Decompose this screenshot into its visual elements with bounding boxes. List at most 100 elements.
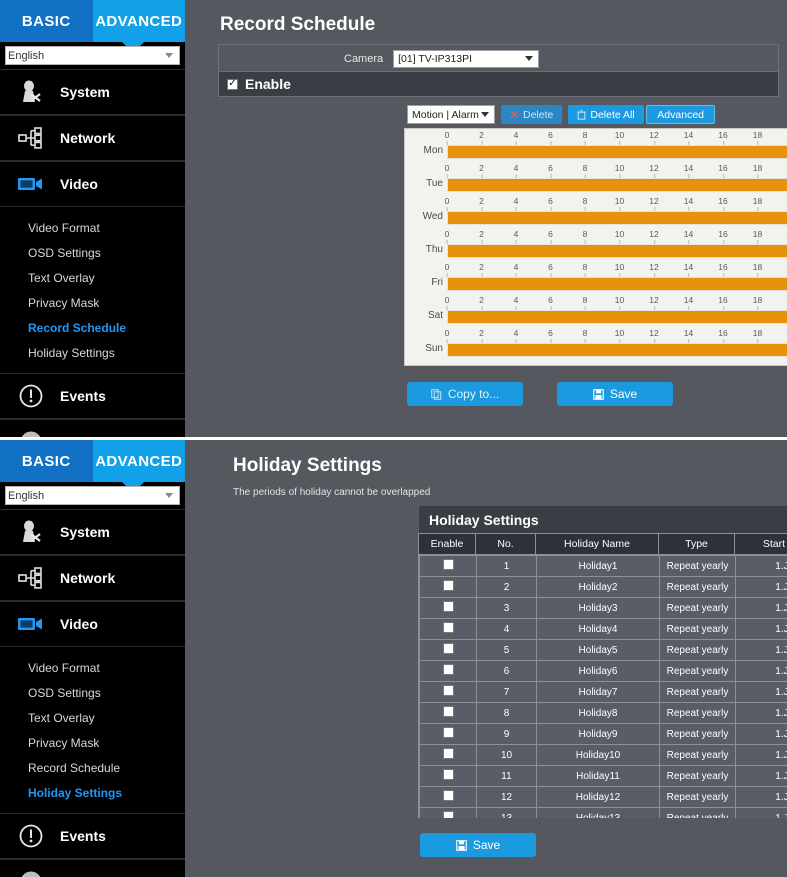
- row-enable-cell: [419, 786, 477, 808]
- sidebar-item-video[interactable]: Video: [0, 601, 198, 648]
- tab-basic[interactable]: BASIC: [0, 440, 93, 482]
- schedule-bar-segment[interactable]: [448, 311, 787, 323]
- row-enable-checkbox[interactable]: [442, 706, 454, 717]
- language-select[interactable]: English: [5, 46, 180, 65]
- table-row[interactable]: 2Holiday2Repeat yearly1.Jan1.Jan: [419, 576, 787, 598]
- schedule-bar-track[interactable]: [447, 178, 787, 192]
- subnav-item-text-overlay[interactable]: Text Overlay: [0, 265, 185, 290]
- schedule-bar-track[interactable]: [447, 145, 787, 159]
- schedule-day-row[interactable]: Fri024681012141618202224: [405, 261, 787, 294]
- table-row[interactable]: 12Holiday12Repeat yearly1.Jan1.Jan: [419, 786, 787, 808]
- holiday-table-body-scroll[interactable]: 1Holiday1Repeat yearly1.Jan1.Jan2Holiday…: [418, 555, 787, 818]
- schedule-bar-segment[interactable]: [448, 212, 787, 224]
- axis-tick-label: 4: [513, 229, 519, 244]
- schedule-day-row[interactable]: Sun024681012141618202224: [405, 327, 787, 360]
- schedule-bar-track[interactable]: [447, 244, 787, 258]
- schedule-day-row[interactable]: Sat024681012141618202224: [405, 294, 787, 327]
- sidebar-top: BASIC ADVANCED English System Network Vi…: [0, 0, 198, 437]
- table-row[interactable]: 4Holiday4Repeat yearly1.Jan1.Jan: [419, 618, 787, 640]
- sidebar-item-system[interactable]: System: [0, 509, 185, 555]
- schedule-grid[interactable]: Mon024681012141618202224Tue0246810121416…: [404, 128, 787, 366]
- tab-advanced[interactable]: ADVANCED: [92, 0, 185, 42]
- sidebar-item-network-label: Network: [60, 570, 116, 586]
- save-button[interactable]: Save: [420, 833, 536, 857]
- schedule-day-row[interactable]: Wed024681012141618202224: [405, 195, 787, 228]
- row-enable-checkbox[interactable]: [442, 811, 454, 818]
- schedule-bar-segment[interactable]: [448, 344, 787, 356]
- record-type-select[interactable]: Motion | Alarm: [407, 105, 495, 124]
- network-icon: [14, 123, 48, 153]
- row-enable-checkbox[interactable]: [442, 748, 454, 759]
- row-enable-checkbox[interactable]: [442, 559, 454, 570]
- sidebar-item-system[interactable]: System: [0, 69, 185, 115]
- schedule-bar-segment[interactable]: [448, 179, 787, 191]
- schedule-bar-track[interactable]: [447, 277, 787, 291]
- sidebar-item-video[interactable]: Video: [0, 161, 198, 208]
- table-row[interactable]: 9Holiday9Repeat yearly1.Jan1.Jan: [419, 723, 787, 745]
- row-enable-checkbox[interactable]: [442, 580, 454, 591]
- sidebar-item-network[interactable]: Network: [0, 555, 185, 601]
- table-row[interactable]: 13Holiday13Repeat yearly1.Jan1.Jan: [419, 807, 787, 818]
- holiday-table-container: Holiday Settings Enable No. Holiday Name Ty…: [418, 505, 787, 818]
- sidebar-item-network[interactable]: Network: [0, 115, 185, 161]
- row-enable-checkbox[interactable]: [442, 769, 454, 780]
- schedule-day-row[interactable]: Tue024681012141618202224: [405, 162, 787, 195]
- tab-advanced[interactable]: ADVANCED: [92, 440, 185, 482]
- save-button[interactable]: Save: [557, 382, 673, 406]
- row-enable-checkbox[interactable]: [442, 664, 454, 675]
- sidebar-item-events[interactable]: Events: [0, 373, 185, 419]
- row-enable-checkbox[interactable]: [442, 727, 454, 738]
- schedule-day-row[interactable]: Mon024681012141618202224: [405, 129, 787, 162]
- subnav-item-text-overlay-label: Text Overlay: [28, 710, 95, 725]
- row-enable-checkbox[interactable]: [442, 685, 454, 696]
- copy-to-button[interactable]: Copy to...: [407, 382, 523, 406]
- table-row[interactable]: 11Holiday11Repeat yearly1.Jan1.Jan: [419, 765, 787, 787]
- sidebar-item-events[interactable]: Events: [0, 813, 185, 859]
- subnav-item-video-format[interactable]: Video Format: [0, 215, 185, 240]
- delete-all-button[interactable]: Delete All: [568, 105, 644, 124]
- subnav-item-video-format[interactable]: Video Format: [0, 655, 185, 680]
- row-enable-checkbox[interactable]: [442, 622, 454, 633]
- axis-tick-label: 16: [718, 196, 728, 211]
- schedule-bar-segment[interactable]: [448, 278, 787, 290]
- axis-tick-label: 18: [752, 163, 763, 178]
- schedule-day-row[interactable]: Thu024681012141618202224: [405, 228, 787, 261]
- subnav-item-osd-settings[interactable]: OSD Settings: [0, 680, 185, 705]
- video-camera-icon: [14, 169, 48, 199]
- table-row[interactable]: 10Holiday10Repeat yearly1.Jan1.Jan: [419, 744, 787, 766]
- enable-checkbox[interactable]: ✓: [227, 78, 238, 90]
- row-name-cell: Holiday11: [536, 765, 660, 787]
- table-row[interactable]: 5Holiday5Repeat yearly1.Jan1.Jan: [419, 639, 787, 661]
- subnav-item-osd-settings[interactable]: OSD Settings: [0, 240, 185, 265]
- subnav-item-holiday-settings[interactable]: Holiday Settings: [0, 340, 185, 365]
- language-select[interactable]: English: [5, 486, 180, 505]
- table-row[interactable]: 6Holiday6Repeat yearly1.Jan1.Jan: [419, 660, 787, 682]
- subnav-item-privacy-mask[interactable]: Privacy Mask: [0, 730, 185, 755]
- table-row[interactable]: 8Holiday8Repeat yearly1.Jan1.Jan: [419, 702, 787, 724]
- schedule-bar-segment[interactable]: [448, 245, 787, 257]
- row-enable-checkbox[interactable]: [442, 643, 454, 654]
- sidebar-item-storage[interactable]: Storage: [0, 859, 185, 877]
- row-name-cell: Holiday4: [536, 618, 660, 640]
- table-row[interactable]: 1Holiday1Repeat yearly1.Jan1.Jan: [419, 555, 787, 577]
- axis-tick-label: 14: [683, 130, 694, 145]
- tab-basic[interactable]: BASIC: [0, 0, 93, 42]
- row-enable-checkbox[interactable]: [442, 790, 454, 801]
- subnav-item-holiday-settings[interactable]: Holiday Settings: [0, 780, 185, 805]
- schedule-bar-track[interactable]: [447, 310, 787, 324]
- camera-select[interactable]: [01] TV-IP313PI: [393, 49, 540, 68]
- subnav-item-privacy-mask[interactable]: Privacy Mask: [0, 290, 185, 315]
- advanced-button[interactable]: Advanced: [646, 105, 715, 124]
- schedule-bar-track[interactable]: [447, 343, 787, 357]
- schedule-bar-track[interactable]: [447, 211, 787, 225]
- subnav-item-record-schedule[interactable]: Record Schedule: [0, 755, 185, 780]
- axis-tick-label: 18: [752, 328, 763, 343]
- subnav-item-text-overlay[interactable]: Text Overlay: [0, 705, 185, 730]
- table-row[interactable]: 3Holiday3Repeat yearly1.Jan1.Jan: [419, 597, 787, 619]
- table-row[interactable]: 7Holiday7Repeat yearly1.Jan1.Jan: [419, 681, 787, 703]
- schedule-bar-segment[interactable]: [448, 146, 787, 158]
- sidebar-item-storage[interactable]: Storage: [0, 419, 185, 437]
- subnav-item-record-schedule[interactable]: Record Schedule: [0, 315, 185, 340]
- row-enable-checkbox[interactable]: [442, 601, 454, 612]
- delete-button[interactable]: Delete: [501, 105, 563, 124]
